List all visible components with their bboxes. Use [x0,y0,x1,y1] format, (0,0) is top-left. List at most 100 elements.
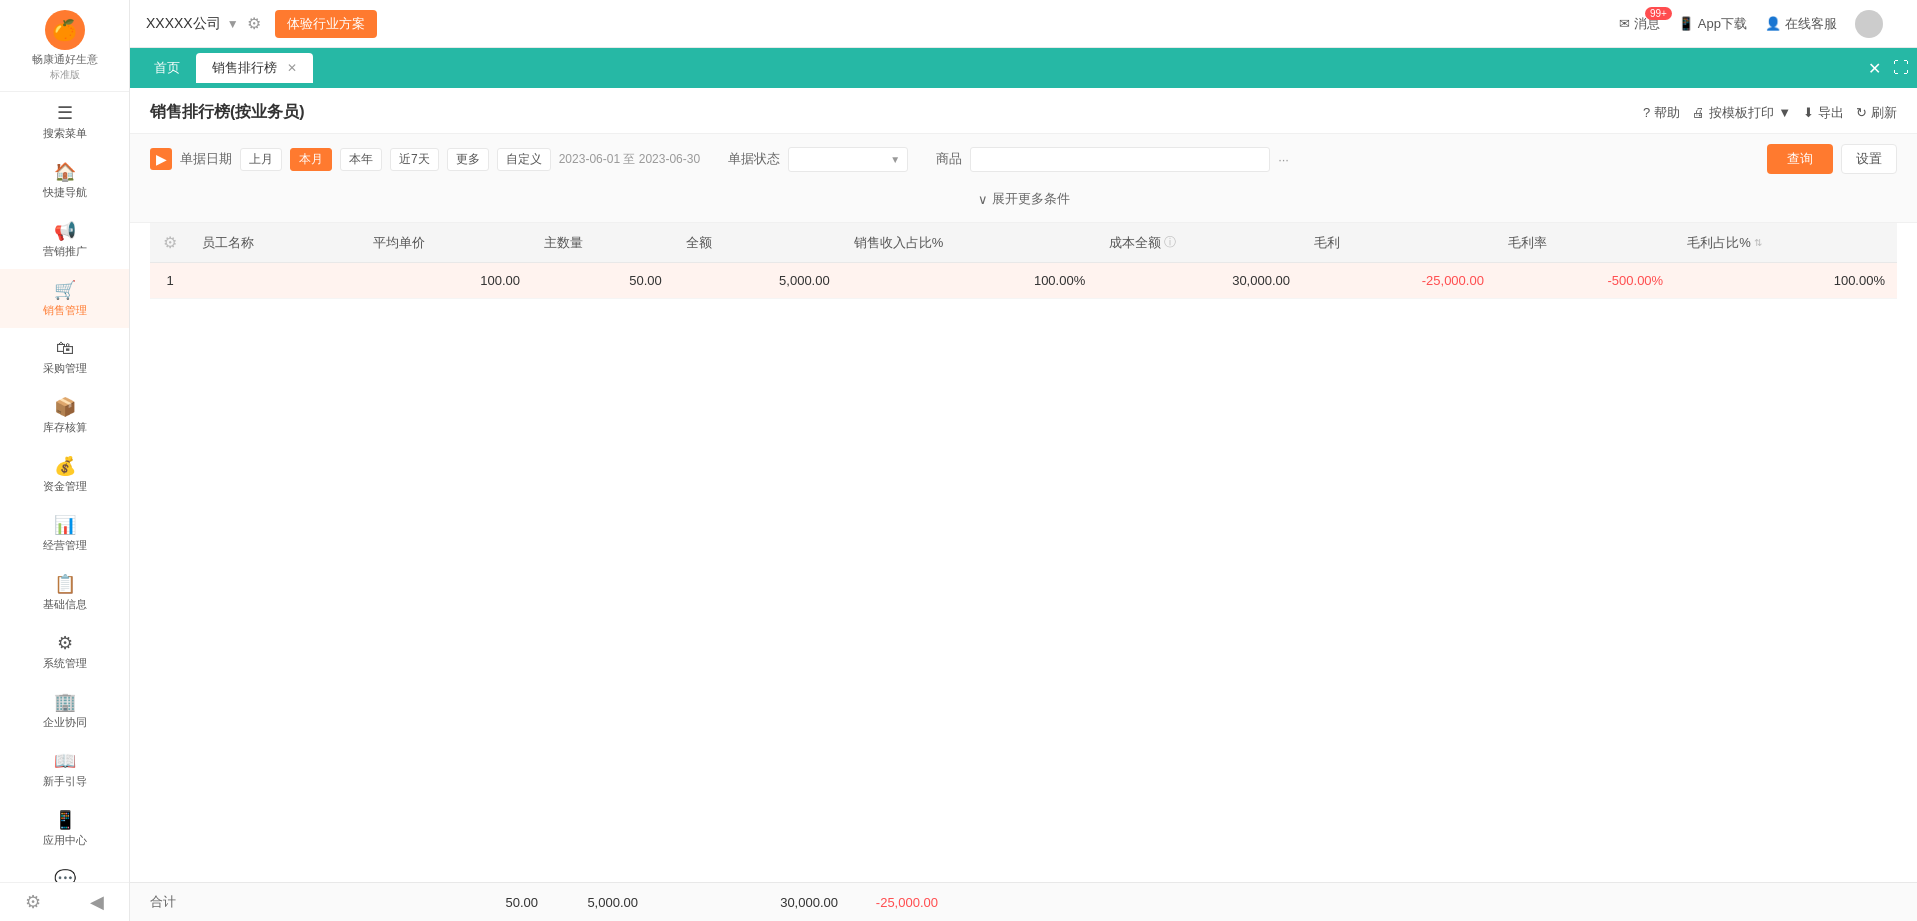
topbar-gear-icon[interactable]: ⚙ [247,14,261,33]
date-btn-this-year[interactable]: 本年 [340,148,382,171]
date-btn-last-7-days[interactable]: 近7天 [390,148,439,171]
sales-icon: 🛒 [54,279,76,301]
sidebar-item-label: 经营管理 [43,538,87,553]
data-table-wrapper: ⚙ 员工名称 平均单价 主数量 全额 [130,223,1917,882]
sidebar-footer: ⚙ ◀ [0,882,129,921]
help-button[interactable]: ? 帮助 [1643,104,1680,122]
topbar-right: ✉ 消息 99+ 📱 App下载 👤 在线客服 [1619,10,1901,38]
cell-cost: 30,000.00 [1097,263,1302,299]
sidebar-item-wechat[interactable]: 💬 企业微信 [0,858,129,882]
topbar-online-service[interactable]: 👤 在线客服 [1765,15,1837,33]
tab-home[interactable]: 首页 [138,53,196,83]
sidebar-item-guide[interactable]: 📖 新手引导 [0,740,129,799]
tabbar: 首页 销售排行榜 ✕ ✕ ⛶ [130,48,1917,88]
tab-close-window-icon[interactable]: ✕ [1868,59,1881,78]
settings-button[interactable]: 设置 [1841,144,1897,174]
column-settings-icon[interactable]: ⚙ [163,234,177,251]
sidebar-item-inventory[interactable]: 📦 库存核算 [0,386,129,445]
page-content: 销售排行榜(按业务员) ? 帮助 🖨 按模板打印 ▼ ⬇ 导出 ↻ 刷新 [130,88,1917,921]
guide-icon: 📖 [54,750,76,772]
sidebar-nav: ☰ 搜索菜单 🏠 快捷导航 📢 营销推广 🛒 销售管理 🛍 采购管理 📦 库存核… [0,92,129,882]
service-label: 在线客服 [1785,15,1837,33]
topbar-company[interactable]: XXXXX公司 ▼ [146,15,239,33]
tab-close-icon[interactable]: ✕ [287,61,297,75]
home-icon: 🏠 [54,161,76,183]
sidebar: 🍊 畅康通好生意 标准版 ☰ 搜索菜单 🏠 快捷导航 📢 营销推广 🛒 销售管理… [0,0,130,921]
col-sales-pct-label: 销售收入占比% [854,235,944,250]
collapse-sidebar-icon[interactable]: ◀ [90,891,104,913]
app-center-icon: 📱 [54,809,76,831]
data-table: ⚙ 员工名称 平均单价 主数量 全额 [150,223,1897,299]
status-filter-label: 单据状态 [728,150,780,168]
status-select-wrapper [788,147,908,172]
cell-sales-pct: 100.00% [842,263,1098,299]
topbar-message-button[interactable]: ✉ 消息 99+ [1619,15,1660,33]
date-btn-more[interactable]: 更多 [447,148,489,171]
col-header-profit-pct: 毛利占比% ⇅ [1675,223,1897,263]
expand-icon: ∨ [978,192,988,207]
sidebar-item-marketing[interactable]: 📢 营销推广 [0,210,129,269]
cell-avg-price: 100.00 [361,263,532,299]
date-btn-custom[interactable]: 自定义 [497,148,551,171]
table-footer: 合计 50.00 5,000.00 30,000.00 -25,000.00 [130,882,1917,921]
sidebar-item-operations[interactable]: 📊 经营管理 [0,504,129,563]
sidebar-item-sales[interactable]: 🛒 销售管理 [0,269,129,328]
filter-more-icon: ··· [1278,152,1289,167]
col-header-amount: 全额 [674,223,842,263]
sidebar-item-basic-info[interactable]: 📋 基础信息 [0,563,129,622]
filter-toggle-arrow[interactable]: ▶ [150,148,172,170]
template-print-button[interactable]: 🖨 按模板打印 ▼ [1692,104,1791,122]
logo-icon: 🍊 [45,10,85,50]
expand-more-conditions-button[interactable]: ∨ 展开更多条件 [978,190,1070,208]
query-button[interactable]: 查询 [1767,144,1833,174]
export-button[interactable]: ⬇ 导出 [1803,104,1844,122]
sidebar-item-quick-nav[interactable]: 🏠 快捷导航 [0,151,129,210]
phone-icon: 📱 [1678,16,1694,31]
cell-profit-rate: -500.00% [1496,263,1675,299]
col-header-profit: 毛利 [1302,223,1496,263]
active-tab-label: 销售排行榜 [212,59,277,77]
col-amount-label: 全额 [686,235,712,250]
try-industry-button[interactable]: 体验行业方案 [275,10,377,38]
sidebar-item-label: 搜索菜单 [43,126,87,141]
marketing-icon: 📢 [54,220,76,242]
sidebar-item-search-order[interactable]: ☰ 搜索菜单 [0,92,129,151]
footer-label: 合计 [150,893,350,911]
avatar[interactable] [1855,10,1883,38]
sidebar-item-app-center[interactable]: 📱 应用中心 [0,799,129,858]
topbar-app-download[interactable]: 📱 App下载 [1678,15,1747,33]
profit-pct-sort-icon[interactable]: ⇅ [1754,237,1762,248]
settings-footer-icon[interactable]: ⚙ [25,891,41,913]
export-icon: ⬇ [1803,105,1814,120]
date-btn-last-month[interactable]: 上月 [240,148,282,171]
cell-main-qty: 50.00 [532,263,674,299]
footer-amount: 5,000.00 [550,895,650,910]
date-range-display: 2023-06-01 至 2023-06-30 [559,151,700,168]
goods-filter-label: 商品 [936,150,962,168]
cell-profit: -25,000.00 [1302,263,1496,299]
export-label: 导出 [1818,104,1844,122]
sidebar-item-label: 新手引导 [43,774,87,789]
sidebar-item-finance[interactable]: 💰 资金管理 [0,445,129,504]
tab-sales-ranking[interactable]: 销售排行榜 ✕ [196,53,313,83]
footer-main-qty: 50.00 [450,895,550,910]
tab-maximize-icon[interactable]: ⛶ [1893,59,1909,78]
sidebar-item-system[interactable]: ⚙ 系统管理 [0,622,129,681]
sidebar-item-label: 采购管理 [43,361,87,376]
cost-info-icon[interactable]: ⓘ [1164,234,1176,251]
refresh-button[interactable]: ↻ 刷新 [1856,104,1897,122]
company-name: XXXXX公司 [146,15,221,33]
sidebar-item-enterprise[interactable]: 🏢 企业协同 [0,681,129,740]
col-header-employee: 员工名称 [190,223,361,263]
date-btn-this-month[interactable]: 本月 [290,148,332,171]
inventory-icon: 📦 [54,396,76,418]
template-print-label: 按模板打印 [1709,104,1774,122]
status-select[interactable] [788,147,908,172]
goods-input[interactable] [970,147,1270,172]
col-header-avg-price: 平均单价 [361,223,532,263]
col-main-qty-label: 主数量 [544,235,583,250]
cell-amount: 5,000.00 [674,263,842,299]
table-row: 1 100.00 50.00 5,000.00 100.00% 30,000.0… [150,263,1897,299]
sidebar-item-purchase[interactable]: 🛍 采购管理 [0,328,129,386]
cell-index: 1 [150,263,190,299]
